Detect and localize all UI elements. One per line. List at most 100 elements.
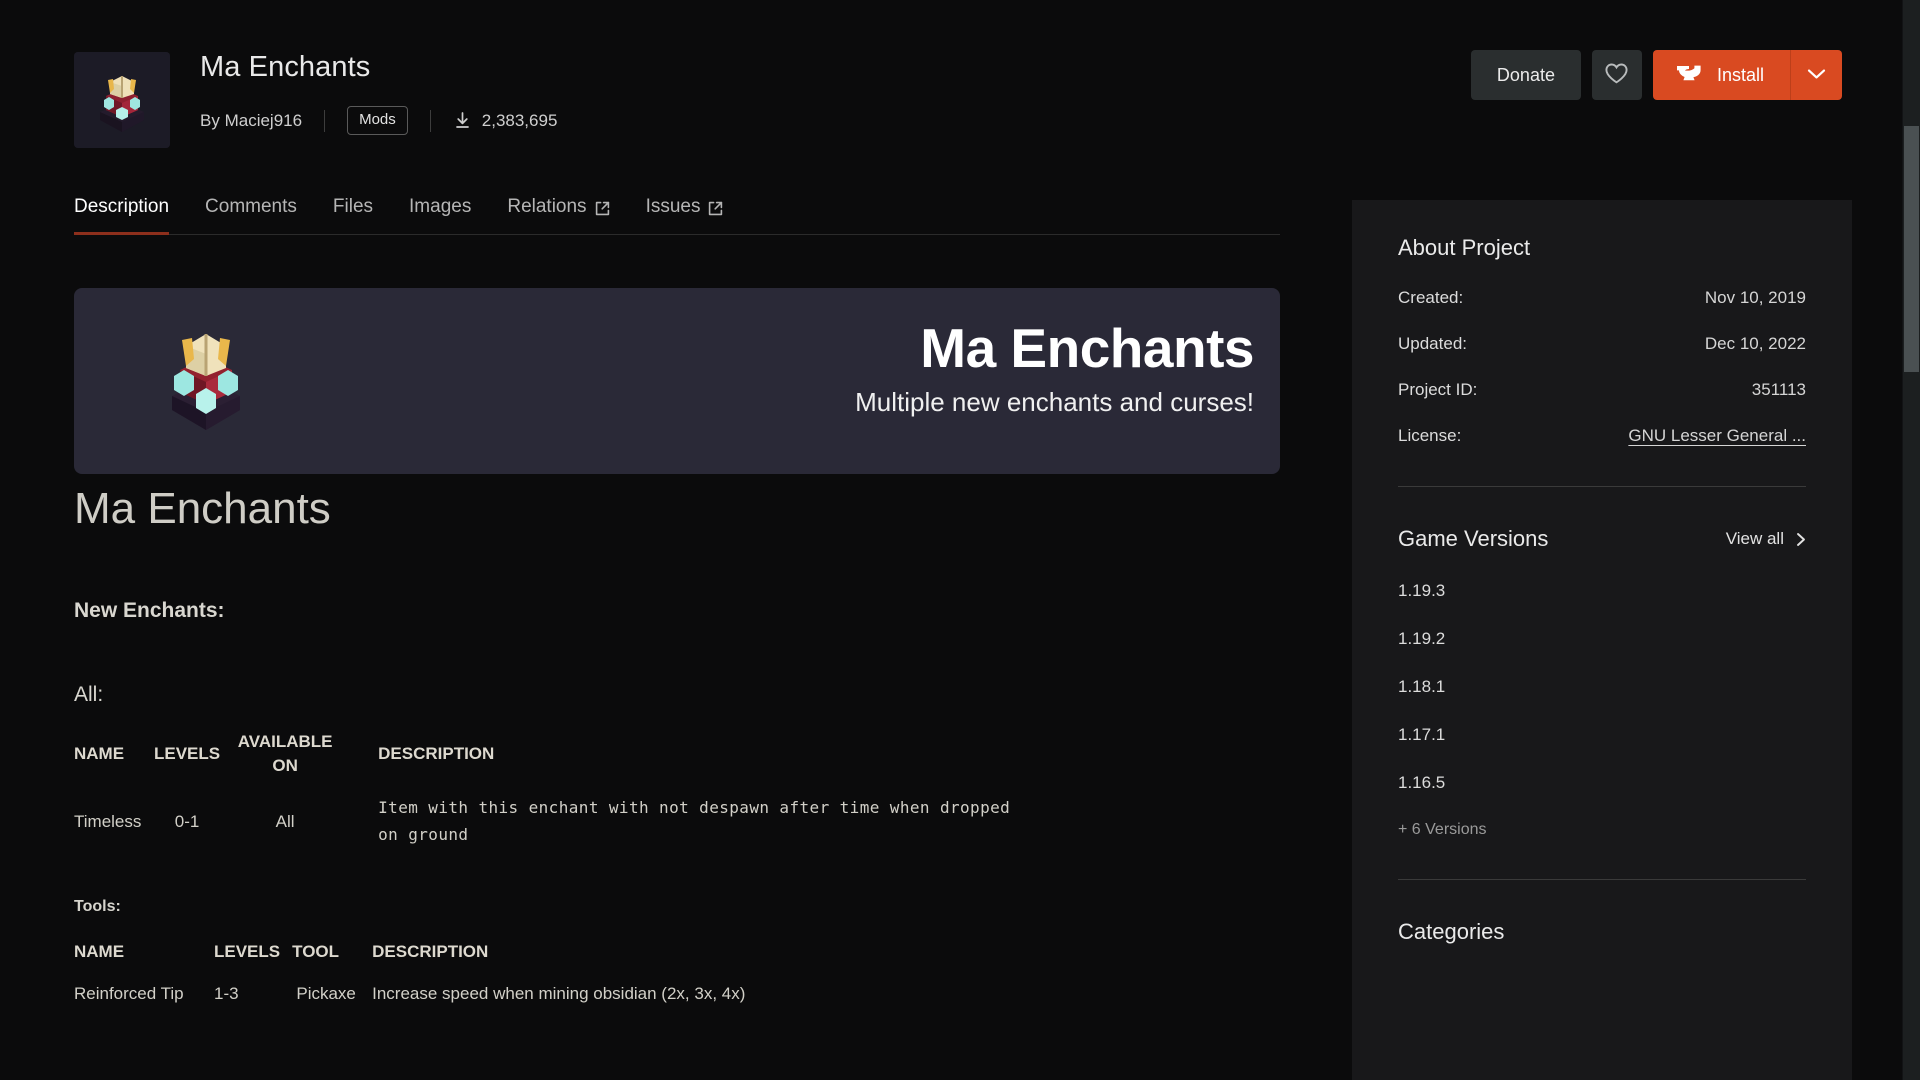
game-versions-header: Game Versions View all [1398,525,1806,553]
cell-description: Item with this enchant with not despawn … [378,798,1011,844]
table-row: Timeless 0-1 All Item with this enchant … [74,778,1050,848]
cell-name: Reinforced Tip [74,984,184,1003]
page-scrollbar[interactable] [1903,0,1920,1080]
banner-title: Ma Enchants [920,317,1254,379]
about-value: 351113 [1751,380,1806,399]
table-all-enchants: NAME LEVELS AVAILABLE ON DESCRIPTION Tim… [74,730,1050,848]
about-key: License: [1398,426,1462,445]
header-actions: Donate Install [1470,50,1842,100]
tab-label: Issues [645,196,701,217]
about-key: Created: [1398,288,1464,307]
tab-issues[interactable]: Issues [628,196,742,234]
game-versions-list: 1.19.3 1.19.2 1.18.1 1.17.1 1.16.5 + 6 V… [1398,581,1806,839]
description-content: Ma Enchants Multiple new enchants and cu… [74,288,1280,1007]
table-header-row: NAME LEVELS AVAILABLE ON DESCRIPTION [74,730,1050,778]
column-header-tool: TOOL [292,942,340,961]
download-count: 2,383,695 [453,110,558,131]
tab-comments[interactable]: Comments [187,196,315,234]
about-key: Updated: [1398,334,1467,353]
tab-images[interactable]: Images [391,196,489,234]
view-all-label: View all [1725,529,1784,548]
project-meta-row: By Maciej916 Mods 2,383,695 [200,106,557,135]
column-header-levels: LEVELS [214,942,281,961]
game-versions-heading: Game Versions [1398,526,1549,551]
game-version-item[interactable]: 1.19.3 [1398,581,1806,601]
tab-description[interactable]: Description [74,196,187,235]
column-header-name: NAME [74,942,125,961]
favorite-button[interactable] [1591,50,1642,100]
about-row-license: License: GNU Lesser General ... [1398,426,1806,446]
section-new-enchants: New Enchants: [74,599,225,622]
about-value: Dec 10, 2022 [1704,334,1806,353]
sidebar-divider [1398,486,1806,487]
section-tools: Tools: [74,898,121,915]
cell-name: Timeless [74,811,142,831]
cell-available-on: All [275,811,295,831]
scrollbar-thumb[interactable] [1904,126,1919,372]
categories-heading: Categories [1398,919,1505,944]
tab-label: Images [409,196,472,217]
description-heading: Ma Enchants [74,484,331,533]
page-title: Ma Enchants [200,51,371,83]
banner-text: Ma Enchants Multiple new enchants and cu… [855,316,1254,418]
page-root: Ma Enchants By Maciej916 Mods 2,383,695 [0,0,1920,1080]
column-header-description: DESCRIPTION [372,942,489,961]
tab-label: Relations [507,196,587,217]
project-thumbnail [74,52,170,148]
tab-relations[interactable]: Relations [489,196,627,234]
about-row-created: Created: Nov 10, 2019 [1398,288,1806,308]
project-tabs: Description Comments Files Images Relati… [74,196,1280,235]
meta-divider [324,109,326,132]
external-link-icon [595,200,610,215]
project-title-block: Ma Enchants By Maciej916 Mods 2,383,695 [200,50,557,135]
install-button[interactable]: Install [1652,50,1790,100]
category-badge[interactable]: Mods [347,106,408,135]
heart-icon [1604,62,1629,88]
table-row: Reinforced Tip 1-3 Pickaxe Increase spee… [74,964,757,1007]
install-options-button[interactable] [1790,50,1842,100]
chevron-right-icon [1796,532,1806,547]
about-value: Nov 10, 2019 [1704,288,1806,307]
download-count-value: 2,383,695 [481,110,558,130]
column-header-available-on: AVAILABLE ON [237,732,333,775]
author-name: Maciej916 [224,110,303,130]
cell-tool: Pickaxe [296,984,356,1003]
cell-levels: 1-3 [214,984,239,1003]
cell-description: Increase speed when mining obsidian (2x,… [372,984,746,1003]
game-version-item[interactable]: 1.17.1 [1398,725,1806,745]
game-version-item[interactable]: 1.18.1 [1398,677,1806,697]
chevron-down-icon [1807,68,1826,83]
donate-button[interactable]: Donate [1470,50,1581,100]
table-header-row: NAME LEVELS TOOL DESCRIPTION [74,940,757,964]
view-all-versions-button[interactable]: View all [1726,529,1806,549]
cell-levels: 0-1 [174,811,200,831]
game-version-item[interactable]: 1.19.2 [1398,629,1806,649]
game-version-item[interactable]: 1.16.5 [1398,773,1806,793]
banner-subtitle: Multiple new enchants and curses! [855,387,1254,417]
tab-label: Files [332,196,374,217]
column-header-description: DESCRIPTION [378,744,495,763]
about-key: Project ID: [1398,380,1478,399]
external-link-icon [708,200,723,215]
banner-icon [136,310,276,450]
enchanting-table-icon [172,334,240,430]
install-button-group: Install [1652,50,1842,100]
tab-label: Description [74,196,170,217]
project-banner: Ma Enchants Multiple new enchants and cu… [74,288,1280,474]
sidebar-divider [1398,879,1806,880]
download-icon [453,111,472,130]
about-row-project-id: Project ID: 351113 [1398,380,1806,400]
about-row-updated: Updated: Dec 10, 2022 [1398,334,1806,354]
license-link[interactable]: GNU Lesser General ... [1628,426,1806,446]
project-sidebar: About Project Created: Nov 10, 2019 Upda… [1352,200,1852,1080]
enchanting-table-icon [74,52,170,148]
by-label: By [200,110,220,130]
meta-divider [429,109,431,132]
project-author[interactable]: By Maciej916 [200,111,302,131]
anvil-icon [1675,61,1703,90]
install-label: Install [1716,64,1764,85]
more-versions-label[interactable]: + 6 Versions [1398,821,1806,839]
about-project-heading: About Project [1398,235,1531,260]
project-header: Ma Enchants By Maciej916 Mods 2,383,695 [0,0,1920,170]
tab-files[interactable]: Files [315,196,391,234]
